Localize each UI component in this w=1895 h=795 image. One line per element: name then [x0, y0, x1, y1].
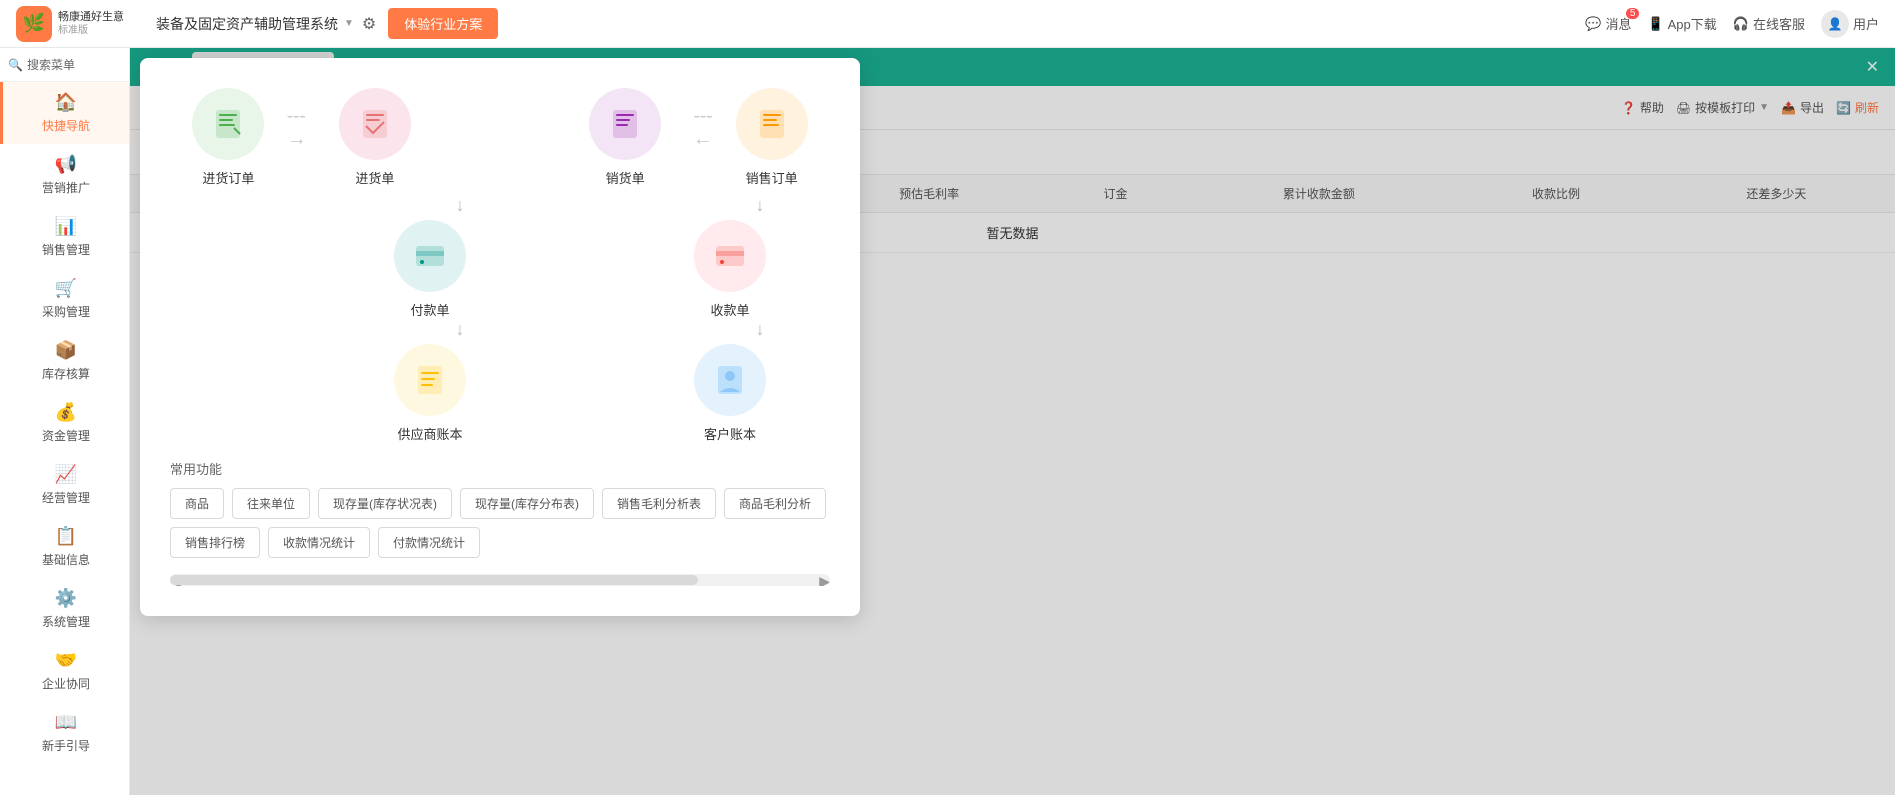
func-btn-counterparty[interactable]: 往来单位 — [232, 488, 310, 519]
basic-icon: 📋 — [55, 526, 77, 547]
func-btn-goods[interactable]: 商品 — [170, 488, 224, 519]
sales-icon: 📊 — [55, 216, 77, 237]
supplier-ledger-node[interactable]: 供应商账本 — [360, 344, 500, 443]
message-badge: 5 — [1626, 8, 1640, 19]
payment-circle — [394, 220, 466, 292]
supplier-ledger-label: 供应商账本 — [397, 424, 462, 443]
receipt-label: 收款单 — [710, 300, 749, 319]
func-btn-sales-profit[interactable]: 销售毛利分析表 — [602, 488, 716, 519]
func-btn-stock-dist[interactable]: 现存量(库存分布表) — [460, 488, 594, 519]
func-btn-stock-status[interactable]: 现存量(库存状况表) — [318, 488, 452, 519]
sidebar-item-finance[interactable]: 💰 资金管理 — [0, 392, 129, 454]
sales-order-label: 销售订单 — [746, 168, 798, 187]
inventory-icon: 📦 — [55, 340, 77, 361]
purchase-icon: 🛒 — [55, 278, 77, 299]
purchase-receipt-node[interactable]: 进货单 — [317, 88, 434, 187]
user-menu[interactable]: 👤 用户 — [1821, 10, 1879, 38]
func-btn-goods-profit[interactable]: 商品毛利分析 — [724, 488, 826, 519]
finance-icon: 💰 — [55, 402, 77, 423]
func-btn-payment-stats[interactable]: 付款情况统计 — [378, 527, 480, 558]
system-dropdown-arrow[interactable]: ▼ — [344, 18, 354, 29]
sidebar-item-inventory[interactable]: 📦 库存核算 — [0, 330, 129, 392]
logo-icon: 🌿 — [16, 6, 52, 42]
arrow-h1: - - - → — [287, 105, 317, 171]
sidebar-item-operations[interactable]: 📈 经营管理 — [0, 454, 129, 516]
customer-ledger-node[interactable]: 客户账本 — [660, 344, 800, 443]
sidebar-item-purchase[interactable]: 🛒 采购管理 — [0, 268, 129, 330]
scroll-right-arrow[interactable]: ▶ — [819, 574, 830, 586]
modal-overlay[interactable]: 进货订单 - - - → 进货单 — [130, 48, 1895, 795]
marketing-icon: 📢 — [55, 154, 77, 175]
search-menu-item[interactable]: 🔍 搜索菜单 — [0, 48, 129, 82]
sidebar: 🔍 搜索菜单 🏠 快捷导航 📢 营销推广 📊 销售管理 🛒 采购管理 📦 — [0, 48, 130, 795]
function-buttons-row2: 销售排行榜 收款情况统计 付款情况统计 — [170, 527, 830, 558]
message-button[interactable]: 💬 消息 5 — [1585, 14, 1631, 33]
sidebar-item-guide[interactable]: 📖 新手引导 — [0, 702, 129, 764]
purchase-receipt-circle — [339, 88, 411, 160]
logo-text: 畅康通好生意 标准版 — [58, 10, 124, 37]
sales-invoice-circle — [589, 88, 661, 160]
sidebar-item-quick-nav[interactable]: 🏠 快捷导航 — [0, 82, 129, 144]
sidebar-item-collab[interactable]: 🤝 企业协同 — [0, 640, 129, 702]
scrollbar-thumb[interactable] — [170, 575, 698, 585]
payment-node[interactable]: 付款单 — [360, 220, 500, 319]
sidebar-item-system[interactable]: ⚙️ 系统管理 — [0, 578, 129, 640]
operations-icon: 📈 — [55, 464, 77, 485]
search-icon: 🔍 — [8, 58, 23, 72]
receipt-circle — [694, 220, 766, 292]
collab-icon: 🤝 — [55, 650, 77, 671]
receipt-node[interactable]: 收款单 — [660, 220, 800, 319]
gear-button[interactable]: ⚙ — [362, 14, 376, 34]
modal-scrollbar[interactable]: ◀ ▶ — [170, 574, 830, 586]
sales-order-circle — [736, 88, 808, 160]
func-btn-receipt-stats[interactable]: 收款情况统计 — [268, 527, 370, 558]
sidebar-item-basic[interactable]: 📋 基础信息 — [0, 516, 129, 578]
flow-modal: 进货订单 - - - → 进货单 — [140, 58, 860, 616]
common-functions-section: 常用功能 商品 往来单位 现存量(库存状况表) 现存量(库存分布表) 销售毛利分… — [170, 459, 830, 558]
sales-order-node[interactable]: 销售订单 — [713, 88, 830, 187]
purchase-order-node[interactable]: 进货订单 — [170, 88, 287, 187]
content-area: 首页 销售订单执行表 ✕ ✕ ❓ 帮助 🖨 按模板打印 ▼ — [130, 48, 1895, 795]
func-btn-sales-rank[interactable]: 销售排行榜 — [170, 527, 260, 558]
system-icon: ⚙️ — [55, 588, 77, 609]
purchase-receipt-label: 进货单 — [355, 168, 394, 187]
customer-ledger-circle — [694, 344, 766, 416]
common-functions-title: 常用功能 — [170, 459, 830, 478]
system-title[interactable]: 装备及固定资产辅助管理系统 ▼ — [156, 14, 354, 34]
supplier-ledger-circle — [394, 344, 466, 416]
sales-invoice-node[interactable]: 销货单 — [567, 88, 684, 187]
payment-label: 付款单 — [410, 300, 449, 319]
try-industry-button[interactable]: 体验行业方案 — [388, 8, 498, 39]
logo-section: 🌿 畅康通好生意 标准版 — [16, 6, 146, 42]
purchase-order-circle — [192, 88, 264, 160]
home-icon: 🏠 — [55, 92, 77, 113]
function-buttons-row1: 商品 往来单位 现存量(库存状况表) 现存量(库存分布表) 销售毛利分析表 商品… — [170, 488, 830, 519]
arrow-h2: - - - → — [683, 105, 713, 171]
purchase-order-label: 进货订单 — [202, 168, 254, 187]
app-download-button[interactable]: 📱 App下载 — [1647, 14, 1716, 33]
customer-ledger-label: 客户账本 — [704, 424, 756, 443]
online-service-button[interactable]: 🎧 在线客服 — [1733, 14, 1805, 33]
sidebar-item-marketing[interactable]: 📢 营销推广 — [0, 144, 129, 206]
sidebar-item-sales[interactable]: 📊 销售管理 — [0, 206, 129, 268]
download-icon: 📱 — [1647, 16, 1663, 32]
service-icon: 🎧 — [1733, 16, 1749, 32]
message-icon: 💬 — [1585, 16, 1601, 32]
guide-icon: 📖 — [55, 712, 77, 733]
top-right-area: 💬 消息 5 📱 App下载 🎧 在线客服 👤 用户 — [1585, 10, 1879, 38]
user-avatar: 👤 — [1821, 10, 1849, 38]
sales-invoice-label: 销货单 — [606, 168, 645, 187]
